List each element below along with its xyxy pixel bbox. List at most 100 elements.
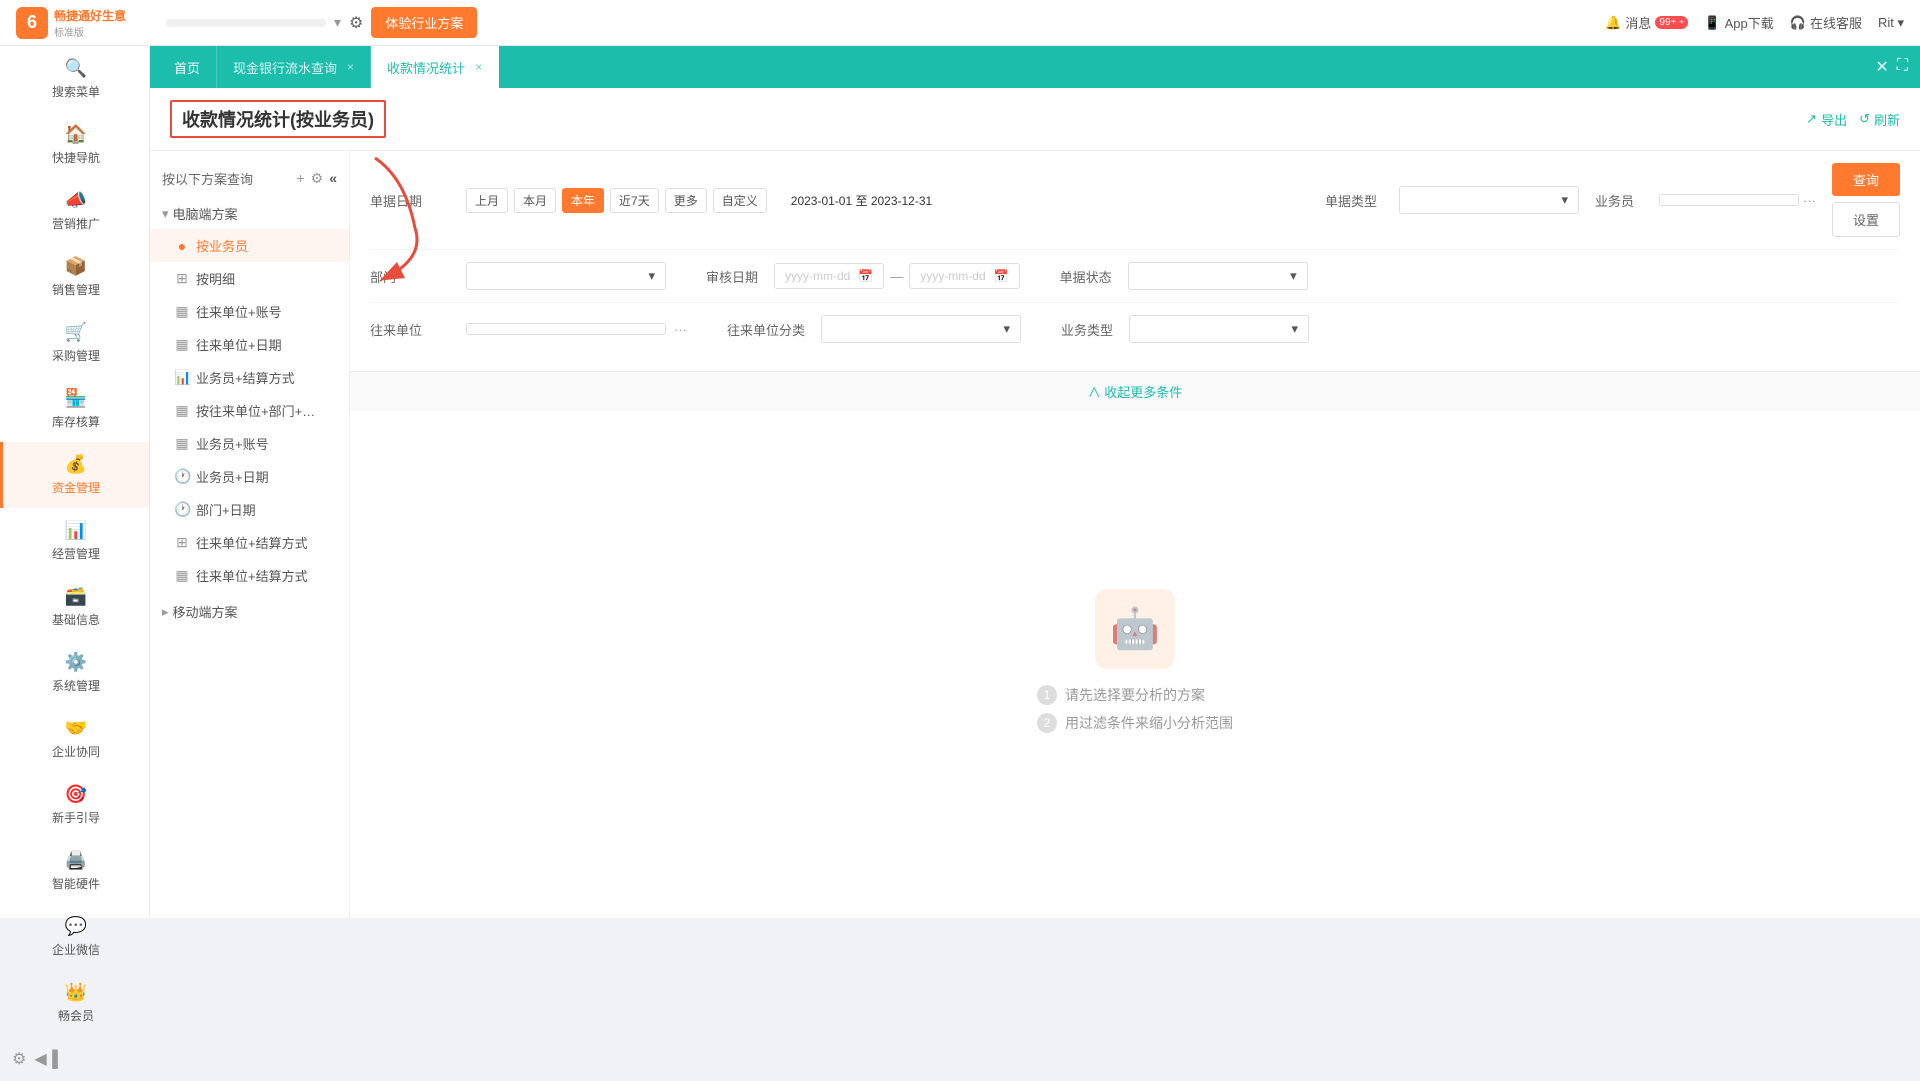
chevron-down-doc-type: ▾: [1561, 192, 1568, 208]
collapse-bar[interactable]: ∧ 收起更多条件: [350, 371, 1920, 411]
doc-status-select[interactable]: ▾: [1128, 262, 1308, 290]
sidebar-item-search-menu[interactable]: 🔍 搜索菜单: [0, 46, 149, 112]
filter-sidebar: 按以下方案查询 + ⚙ « ▾ 电脑端方案 ● 按业务员: [150, 151, 350, 918]
sidebar-item-guide[interactable]: 🎯 新手引导: [0, 772, 149, 838]
sidebar-item-vip[interactable]: 👑 畅会员: [0, 970, 149, 1036]
page-title: 收款情况统计(按业务员): [170, 100, 386, 138]
scheme-settings-button[interactable]: ⚙: [311, 170, 324, 187]
plan-item-dept-date[interactable]: 🕐 部门+日期: [150, 493, 349, 526]
tab-home[interactable]: 首页: [158, 46, 217, 88]
partner-type-select[interactable]: ▾: [821, 315, 1021, 343]
biz-type-select[interactable]: ▾: [1129, 315, 1309, 343]
salesperson-more-dots[interactable]: ···: [1803, 193, 1816, 208]
sidebar-collapse-button[interactable]: ◀▐: [34, 1049, 58, 1069]
breadcrumb-dropdown-icon[interactable]: ▾: [334, 14, 341, 31]
doc-type-select[interactable]: ▾: [1399, 186, 1579, 214]
sidebar-item-marketing[interactable]: 📣 营销推广: [0, 178, 149, 244]
date-range-display: 2023-01-01 至 2023-12-31: [791, 192, 932, 209]
sidebar-item-quick-nav[interactable]: 🏠 快捷导航: [0, 112, 149, 178]
date-btn-this-year[interactable]: 本年: [562, 188, 604, 213]
sidebar-item-finance[interactable]: 💰 资金管理: [0, 442, 149, 508]
filter-row-partner: 往来单位 ··· 往来单位分类 ▾ 业务类型: [370, 303, 1900, 355]
partner-select[interactable]: [466, 323, 666, 335]
plan-item-partner-settlement-2[interactable]: ▦ 往来单位+结算方式: [150, 559, 349, 592]
sidebar-item-operation[interactable]: 📊 经营管理: [0, 508, 149, 574]
plan-item-partner-settlement-1[interactable]: ⊞ 往来单位+结算方式: [150, 526, 349, 559]
salesperson-label: 业务员: [1595, 191, 1655, 210]
table-icon-5: ▦: [174, 567, 190, 584]
sidebar-settings-button[interactable]: ⚙: [12, 1049, 26, 1069]
date-btn-last-7days[interactable]: 近7天: [610, 188, 659, 213]
enterprise-icon: 🤝: [65, 718, 87, 739]
operation-icon: 📊: [65, 520, 87, 541]
plan-item-by-salesperson[interactable]: ● 按业务员: [150, 229, 349, 262]
date-filter-label: 单据日期: [370, 191, 450, 210]
filter-sidebar-header: 按以下方案查询 + ⚙ «: [150, 163, 349, 194]
clock-icon-1: 🕐: [174, 468, 190, 485]
plan-item-partner-dept-collection[interactable]: ▦ 按往来单位+部门+收...: [150, 394, 349, 427]
maximize-window-icon[interactable]: ⛶: [1897, 57, 1908, 77]
date-btn-custom[interactable]: 自定义: [713, 188, 767, 213]
refresh-button[interactable]: ↺ 刷新: [1859, 110, 1900, 129]
plan-group-pc-title[interactable]: ▾ 电脑端方案: [150, 198, 349, 229]
messages-button[interactable]: 🔔 消息 99+ +: [1605, 13, 1688, 32]
query-button[interactable]: 查询: [1832, 163, 1900, 196]
app-download-button[interactable]: 📱 App下载: [1704, 13, 1773, 32]
review-date-start[interactable]: yyyy-mm-dd 📅: [774, 263, 884, 289]
trial-button[interactable]: 体验行业方案: [371, 7, 477, 38]
tab-bank-flow-close-icon[interactable]: ×: [347, 60, 354, 74]
sidebar-item-enterprise[interactable]: 🤝 企业协同: [0, 706, 149, 772]
hardware-icon: 🖨️: [65, 850, 87, 871]
chevron-down-dept: ▾: [648, 268, 655, 284]
sidebar-item-inventory[interactable]: 🏪 库存核算: [0, 376, 149, 442]
sidebar-item-basic-info[interactable]: 🗃️ 基础信息: [0, 574, 149, 640]
partner-more-dots[interactable]: ···: [674, 322, 687, 337]
sidebar-item-system[interactable]: ⚙️ 系统管理: [0, 640, 149, 706]
empty-illustration: 🤖: [1095, 589, 1175, 669]
chevron-down-biz-type: ▾: [1292, 321, 1299, 337]
add-scheme-button[interactable]: +: [296, 170, 304, 187]
plan-item-salesperson-settlement[interactable]: 📊 业务员+结算方式: [150, 361, 349, 394]
plan-item-salesperson-account[interactable]: ▦ 业务员+账号: [150, 427, 349, 460]
collapse-sidebar-button[interactable]: «: [329, 170, 337, 187]
settings-gear-button[interactable]: ⚙: [349, 13, 363, 33]
date-btn-this-month[interactable]: 本月: [514, 188, 556, 213]
sidebar-item-purchase[interactable]: 🛒 采购管理: [0, 310, 149, 376]
header-actions: 🔔 消息 99+ + 📱 App下载 🎧 在线客服 Rit ▾: [1605, 13, 1904, 32]
tab-receipt-stats-close-icon[interactable]: ×: [475, 60, 482, 74]
online-service-button[interactable]: 🎧 在线客服: [1790, 13, 1862, 32]
plan-item-partner-account[interactable]: ▦ 往来单位+账号: [150, 295, 349, 328]
plan-group-mobile-title[interactable]: ▸ 移动端方案: [150, 596, 349, 627]
sidebar-item-wechat[interactable]: 💬 企业微信: [0, 904, 149, 970]
plan-item-partner-date[interactable]: ▦ 往来单位+日期: [150, 328, 349, 361]
logo-text: 畅捷通好生意 标准版: [54, 7, 126, 39]
empty-instructions: 1 请先选择要分析的方案 2 用过滤条件来缩小分析范围: [1037, 685, 1233, 741]
guide-icon: 🎯: [65, 784, 87, 805]
close-window-icon[interactable]: ✕: [1875, 57, 1888, 77]
chevron-down-doc-status: ▾: [1290, 268, 1297, 284]
date-btn-last-month[interactable]: 上月: [466, 188, 508, 213]
action-buttons: 查询 设置: [1832, 163, 1900, 237]
review-date-label: 审核日期: [706, 267, 758, 286]
export-button[interactable]: ↗ 导出: [1806, 110, 1847, 129]
salesperson-input[interactable]: [1659, 194, 1799, 206]
user-menu[interactable]: Rit ▾: [1878, 15, 1904, 31]
main-area: 首页 现金银行流水查询 × 收款情况统计 × ✕ ⛶ 收款情况统计(按业务员) …: [150, 0, 1920, 918]
tab-receipt-stats[interactable]: 收款情况统计 ×: [371, 46, 499, 88]
plan-item-salesperson-date[interactable]: 🕐 业务员+日期: [150, 460, 349, 493]
basic-info-icon: 🗃️: [65, 586, 87, 607]
review-date-end[interactable]: yyyy-mm-dd 📅: [909, 263, 1019, 289]
set-button[interactable]: 设置: [1832, 202, 1900, 237]
page-header: 收款情况统计(按业务员) ↗ 导出 ↺ 刷新: [150, 88, 1920, 151]
headset-icon: 🎧: [1790, 15, 1806, 31]
plan-item-by-detail[interactable]: ⊞ 按明细: [150, 262, 349, 295]
sidebar-item-hardware[interactable]: 🖨️ 智能硬件: [0, 838, 149, 904]
date-btn-more[interactable]: 更多: [665, 188, 707, 213]
tab-bank-flow[interactable]: 现金银行流水查询 ×: [217, 46, 371, 88]
purchase-icon: 🛒: [65, 322, 87, 343]
search-breadcrumb[interactable]: [166, 19, 326, 27]
dept-select[interactable]: ▾: [466, 262, 666, 290]
filter-row-dept: 部门 ▾ 审核日期 yyyy-mm-dd 📅 —: [370, 250, 1900, 303]
date-filter-buttons: 上月 本月 本年 近7天 更多 自定义: [466, 188, 767, 213]
sidebar-item-sales[interactable]: 📦 销售管理: [0, 244, 149, 310]
